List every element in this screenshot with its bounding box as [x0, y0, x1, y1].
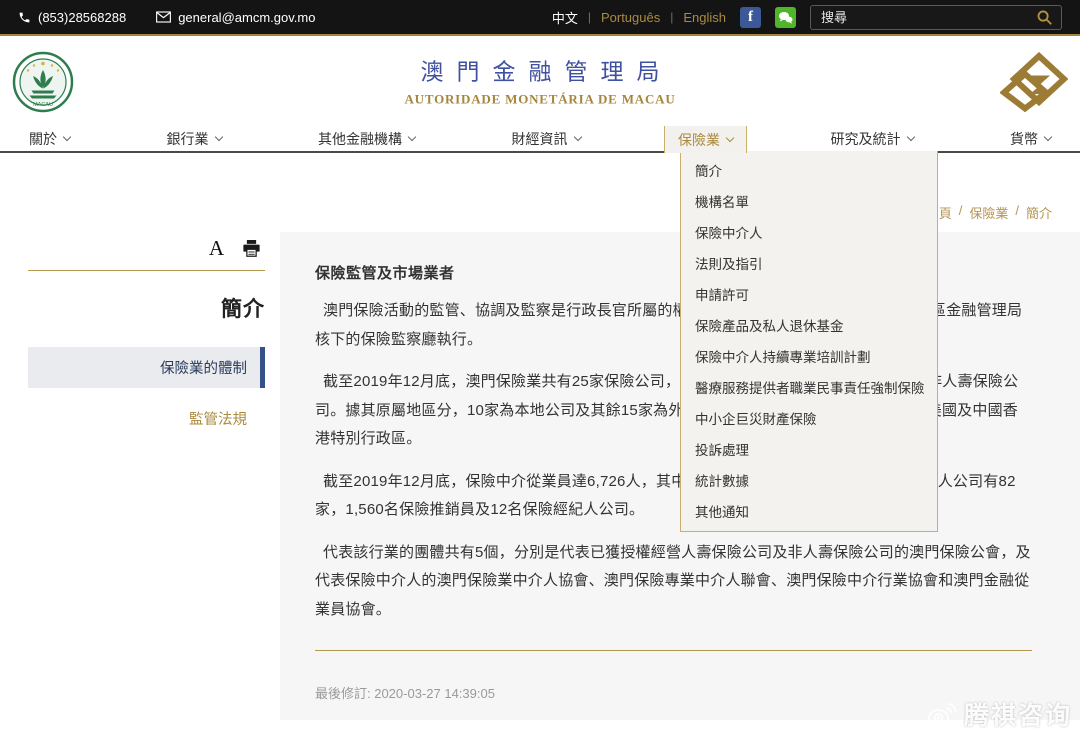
- facebook-icon[interactable]: f: [740, 7, 761, 28]
- insurance-dropdown-menu: 簡介 機構名單 保險中介人 法則及指引 申請許可 保險產品及私人退休基金 保險中…: [680, 151, 938, 532]
- content-divider: [315, 650, 1032, 651]
- lang-separator: |: [670, 10, 673, 24]
- weibo-icon: [927, 701, 957, 728]
- lang-zh[interactable]: 中文: [552, 8, 578, 27]
- breadcrumb-separator: /: [1015, 203, 1019, 222]
- nav-label: 銀行業: [167, 129, 209, 149]
- last-modified: 最後修訂: 2020-03-27 14:39:05: [315, 683, 1032, 702]
- chevron-down-icon: [726, 134, 734, 142]
- site-title-portuguese: AUTORIDADE MONETÁRIA DE MACAU: [404, 91, 675, 107]
- language-switcher: 中文 | Português | English: [552, 8, 726, 27]
- search-icon[interactable]: [1036, 9, 1053, 26]
- watermark: 腾祺咨询: [927, 696, 1072, 732]
- nav-item-insurance[interactable]: 保險業: [664, 126, 747, 153]
- lang-en[interactable]: English: [683, 10, 726, 25]
- facebook-letter: f: [748, 9, 753, 26]
- chevron-down-icon: [906, 133, 914, 141]
- sidebar-tools: A: [28, 238, 265, 259]
- nav-item-currency[interactable]: 貨幣: [997, 126, 1064, 151]
- dropdown-item-other-notices[interactable]: 其他通知: [681, 495, 937, 526]
- nav-label: 研究及統計: [831, 129, 901, 149]
- dropdown-item-insurance-intermediaries[interactable]: 保險中介人: [681, 216, 937, 247]
- dropdown-item-sme-catastrophe-insurance[interactable]: 中小企巨災財產保險: [681, 402, 937, 433]
- email-contact[interactable]: general@amcm.gov.mo: [156, 10, 315, 25]
- dropdown-item-introduction[interactable]: 簡介: [681, 154, 937, 185]
- chevron-down-icon: [408, 133, 416, 141]
- dropdown-item-complaints[interactable]: 投訴處理: [681, 433, 937, 464]
- nav-label: 貨幣: [1010, 129, 1038, 149]
- sidebar-item-insurance-system[interactable]: 保險業的體制: [28, 347, 265, 388]
- phone-number: (853)28568288: [38, 10, 126, 25]
- sidebar-divider: [28, 270, 265, 271]
- nav-item-banking[interactable]: 銀行業: [154, 126, 235, 151]
- search-box: [810, 5, 1062, 30]
- breadcrumb-separator: /: [959, 203, 963, 222]
- nav-item-research-statistics[interactable]: 研究及統計: [818, 126, 927, 151]
- phone-contact: (853)28568288: [18, 10, 126, 25]
- chevron-down-icon: [63, 133, 71, 141]
- site-title-chinese: 澳門金融管理局: [417, 52, 675, 86]
- topbar-right: 中文 | Português | English f: [552, 5, 1062, 30]
- breadcrumb-current: 簡介: [1026, 203, 1052, 222]
- nav-label: 財經資訊: [512, 129, 568, 149]
- nav-label: 其他金融機構: [318, 129, 402, 149]
- dropdown-item-application-licensing[interactable]: 申請許可: [681, 278, 937, 309]
- print-icon[interactable]: [242, 240, 261, 257]
- dropdown-item-statistics[interactable]: 統計數據: [681, 464, 937, 495]
- sidebar: A 簡介 保險業的體制 監管法規: [28, 238, 265, 429]
- lang-pt[interactable]: Português: [601, 10, 660, 25]
- dropdown-item-products-pension-funds[interactable]: 保險產品及私人退休基金: [681, 309, 937, 340]
- top-bar: (853)28568288 general@amcm.gov.mo 中文 | P…: [0, 0, 1080, 36]
- chevron-down-icon: [1044, 133, 1052, 141]
- nav-label: 保險業: [678, 130, 720, 150]
- dropdown-item-medical-liability-insurance[interactable]: 醫療服務提供者職業民事責任強制保險: [681, 371, 937, 402]
- envelope-icon: [156, 11, 171, 23]
- breadcrumb: 主頁 / 保險業 / 簡介: [926, 203, 1052, 222]
- nav-item-about[interactable]: 關於: [16, 126, 83, 151]
- nav-item-other-financial[interactable]: 其他金融機構: [305, 126, 428, 151]
- sidebar-item-regulations[interactable]: 監管法規: [28, 408, 265, 429]
- chevron-down-icon: [573, 133, 581, 141]
- amcm-diamond-logo: [1000, 52, 1068, 112]
- dropdown-item-institutions-list[interactable]: 機構名單: [681, 185, 937, 216]
- nav-item-financial-info[interactable]: 財經資訊: [499, 126, 594, 151]
- wechat-icon[interactable]: [775, 7, 796, 28]
- lang-separator: |: [588, 10, 591, 24]
- macau-emblem-text: MACAU: [33, 102, 53, 108]
- email-address: general@amcm.gov.mo: [178, 10, 315, 25]
- font-size-button[interactable]: A: [209, 238, 224, 259]
- breadcrumb-insurance[interactable]: 保險業: [969, 203, 1008, 222]
- site-header: MACAU 澳門金融管理局 AUTORIDADE MONETÁRIA DE MA…: [0, 38, 1080, 126]
- dropdown-item-cpd-programme[interactable]: 保險中介人持續專業培訓計劃: [681, 340, 937, 371]
- page: (853)28568288 general@amcm.gov.mo 中文 | P…: [0, 0, 1080, 738]
- chevron-down-icon: [214, 133, 222, 141]
- paragraph: 代表該行業的團體共有5個，分別是代表已獲授權經營人壽保險公司及非人壽保險公司的澳…: [315, 539, 1032, 625]
- search-input[interactable]: [819, 9, 1030, 26]
- site-title-block: 澳門金融管理局 AUTORIDADE MONETÁRIA DE MACAU: [404, 52, 675, 107]
- nav-label: 關於: [29, 129, 57, 149]
- phone-icon: [18, 11, 31, 24]
- dropdown-item-laws-guidelines[interactable]: 法則及指引: [681, 247, 937, 278]
- watermark-text: 腾祺咨询: [964, 696, 1072, 732]
- macau-emblem-logo: MACAU: [12, 51, 74, 113]
- main-nav: 關於 銀行業 其他金融機構 財經資訊 保險業 研究及統計 貨幣: [0, 126, 1080, 153]
- sidebar-section-title: 簡介: [28, 293, 265, 323]
